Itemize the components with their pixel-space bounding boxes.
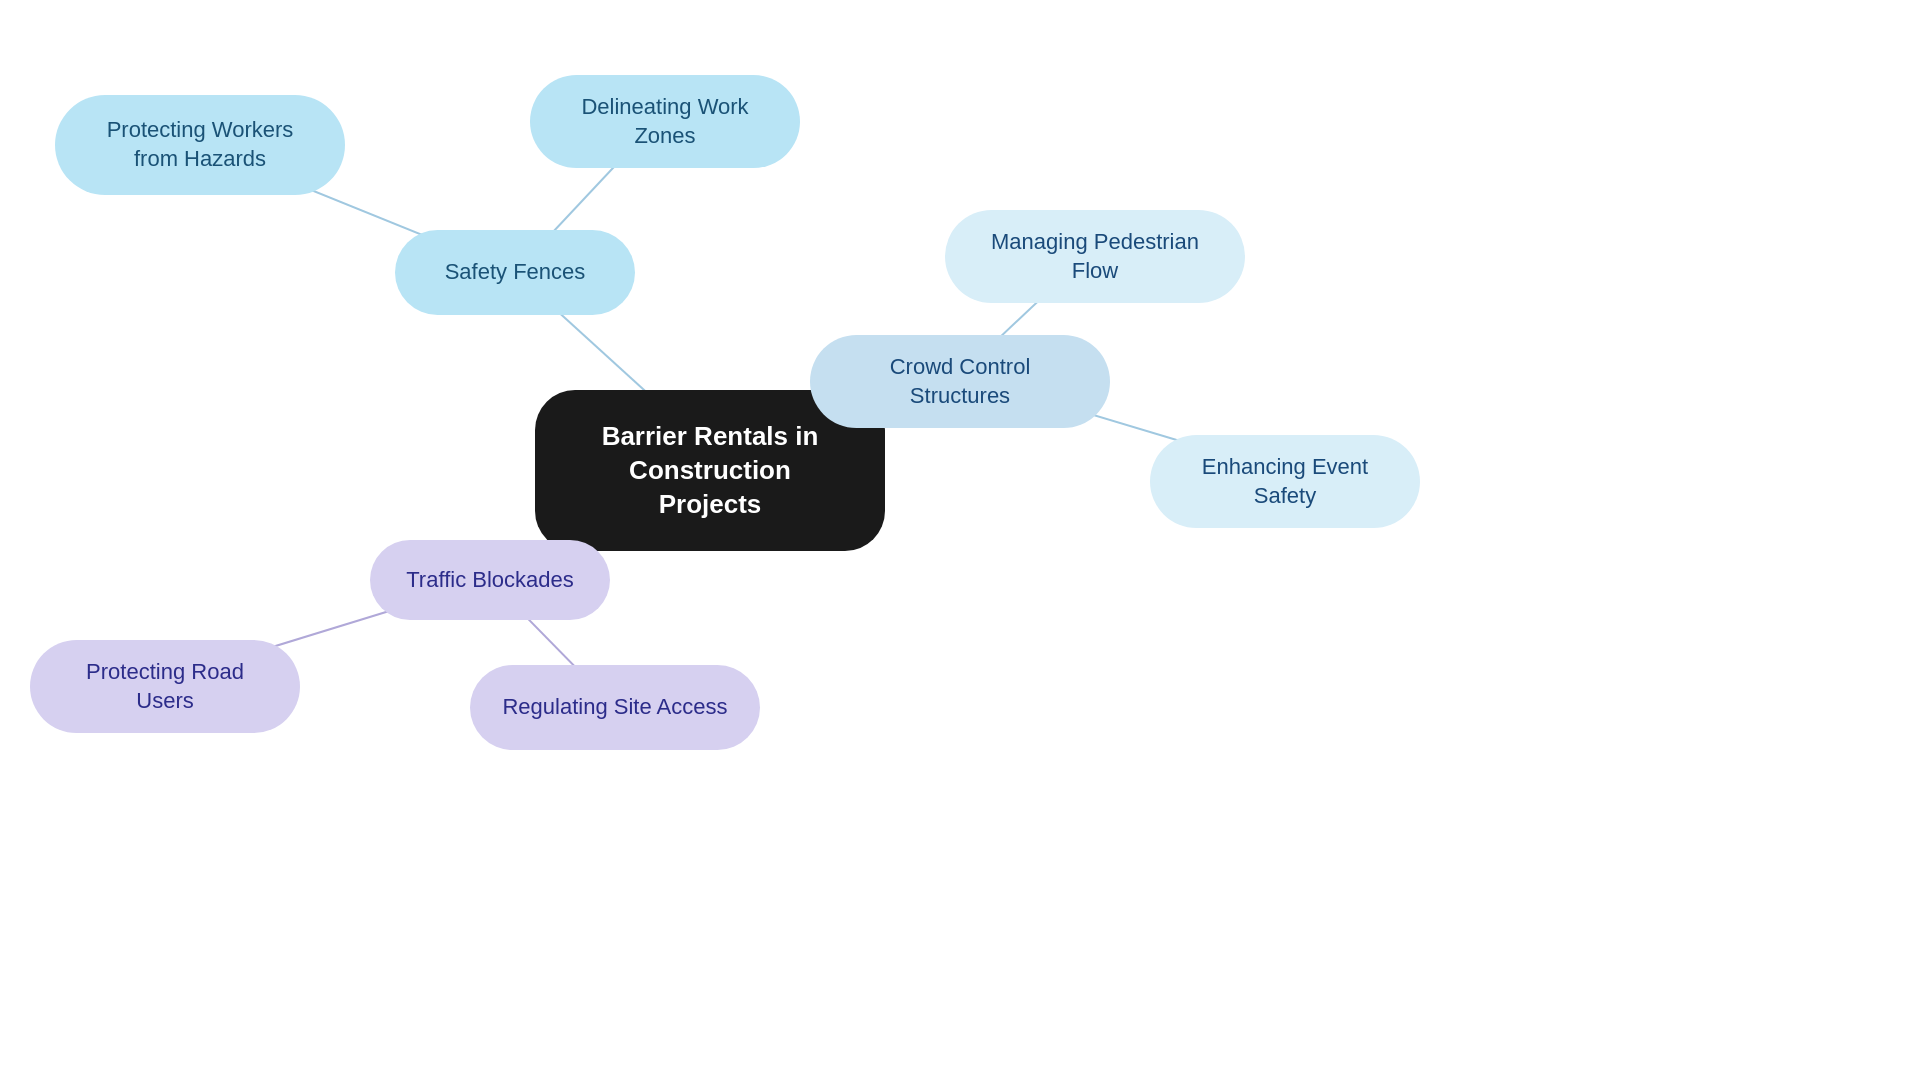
safety-fences-node: Safety Fences — [395, 230, 635, 315]
crowd-control-node: Crowd Control Structures — [810, 335, 1110, 428]
protecting-road-label: Protecting Road Users — [58, 658, 272, 715]
protecting-workers-label: Protecting Workers from Hazards — [83, 116, 317, 173]
enhancing-event-label: Enhancing Event Safety — [1178, 453, 1392, 510]
traffic-blockades-node: Traffic Blockades — [370, 540, 610, 620]
managing-pedestrian-label: Managing Pedestrian Flow — [973, 228, 1217, 285]
traffic-blockades-label: Traffic Blockades — [406, 566, 574, 595]
safety-fences-label: Safety Fences — [445, 258, 586, 287]
regulating-site-label: Regulating Site Access — [502, 693, 727, 722]
regulating-site-node: Regulating Site Access — [470, 665, 760, 750]
protecting-workers-node: Protecting Workers from Hazards — [55, 95, 345, 195]
delineating-work-zones-node: Delineating Work Zones — [530, 75, 800, 168]
managing-pedestrian-node: Managing Pedestrian Flow — [945, 210, 1245, 303]
center-node-label: Barrier Rentals in Construction Projects — [575, 420, 845, 521]
crowd-control-label: Crowd Control Structures — [838, 353, 1082, 410]
delineating-work-zones-label: Delineating Work Zones — [558, 93, 772, 150]
enhancing-event-node: Enhancing Event Safety — [1150, 435, 1420, 528]
protecting-road-node: Protecting Road Users — [30, 640, 300, 733]
